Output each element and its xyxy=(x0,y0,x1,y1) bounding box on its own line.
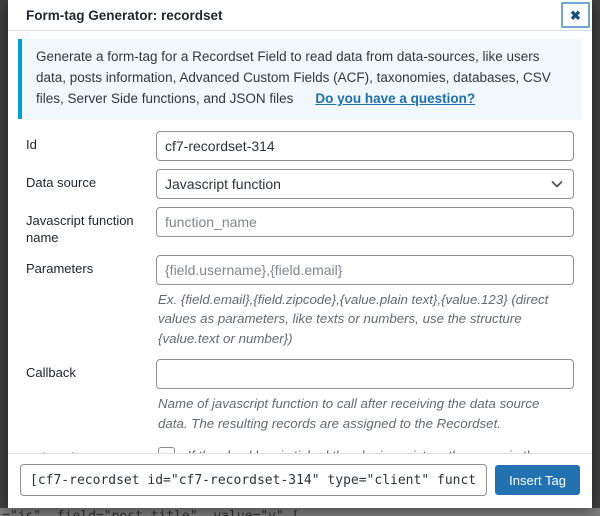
dialog-footer: Insert Tag xyxy=(8,453,592,508)
debugging-label: Debugging xyxy=(26,444,156,453)
callback-help-text: Name of javascript function to call afte… xyxy=(158,396,540,432)
field-row-data-source: Data source Javascript function xyxy=(26,168,574,199)
id-label: Id xyxy=(26,136,37,152)
callback-input[interactable] xyxy=(156,359,574,390)
info-notice: Generate a form-tag for a Recordset Fiel… xyxy=(18,39,582,119)
dialog-body: Generate a form-tag for a Recordset Fiel… xyxy=(8,31,592,453)
debugging-help-text: If the checkbox is ticked the plugin reg… xyxy=(187,446,572,453)
chevron-down-icon xyxy=(549,176,565,192)
dialog-titlebar: Form-tag Generator: recordset ✖ xyxy=(8,0,592,31)
parameters-input[interactable] xyxy=(156,254,574,285)
parameters-label: Parameters xyxy=(26,260,94,276)
background-clipped-text: ="js", field="post_title", value="v" [ xyxy=(2,509,299,516)
data-source-label: Data source xyxy=(26,174,97,190)
field-row-parameters: Parameters Ex. {field.email},{field.zipc… xyxy=(26,254,574,352)
data-source-selected-value: Javascript function xyxy=(165,175,281,192)
js-function-name-label: Javascript function name xyxy=(26,212,134,245)
field-row-callback: Callback Name of javascript function to … xyxy=(26,359,574,436)
form-area: Id Data source Javascript function xyxy=(18,130,582,453)
insert-tag-button[interactable]: Insert Tag xyxy=(495,465,580,495)
field-row-js-function-name: Javascript function name xyxy=(26,206,574,247)
close-button[interactable]: ✖ xyxy=(561,2,590,28)
field-row-id: Id xyxy=(26,130,574,161)
callback-label: Callback xyxy=(26,365,76,381)
question-link[interactable]: Do you have a question? xyxy=(315,91,475,106)
close-icon: ✖ xyxy=(570,7,581,23)
data-source-select[interactable]: Javascript function xyxy=(156,168,574,199)
dialog-title: Form-tag Generator: recordset xyxy=(26,7,223,23)
field-row-debugging: Debugging If the checkbox is ticked the … xyxy=(26,444,574,453)
parameters-help-text: Ex. {field.email},{field.zipcode},{value… xyxy=(158,291,549,347)
generated-tag-input[interactable] xyxy=(20,464,488,496)
dimmed-background-page: ="js", field="post_title", value="v" [ xyxy=(0,508,600,516)
js-function-name-input[interactable] xyxy=(156,206,574,237)
id-input[interactable] xyxy=(156,130,574,161)
form-tag-generator-dialog: Form-tag Generator: recordset ✖ Generate… xyxy=(8,0,592,508)
